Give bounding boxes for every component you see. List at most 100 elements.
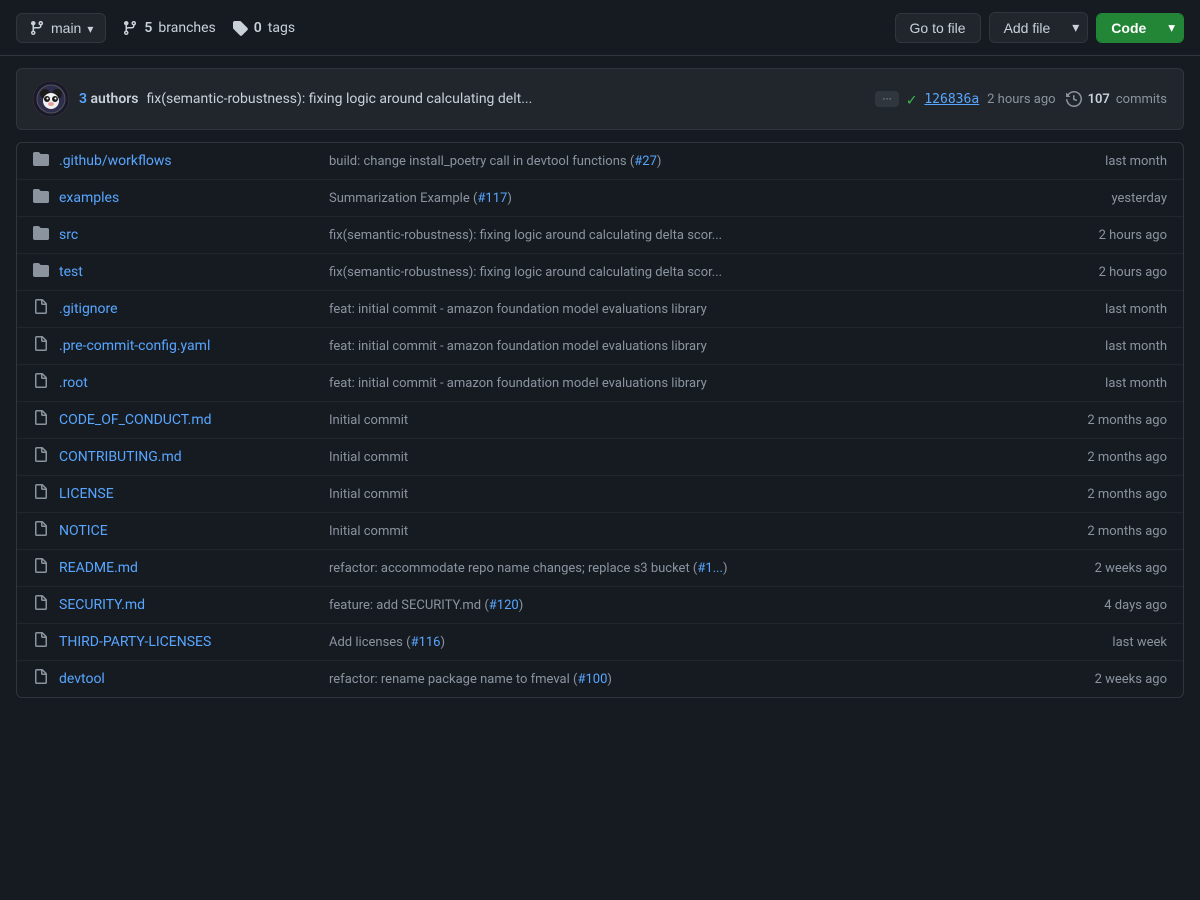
time-cell: last month [1027, 302, 1167, 317]
commit-bar: 3 authors fix(semantic-robustness): fixi… [16, 68, 1184, 130]
branch-name: main [51, 20, 81, 36]
commit-link[interactable]: #100 [577, 672, 607, 687]
commit-msg-cell: feature: add SECURITY.md (#120) [329, 598, 1011, 613]
folder-icon [33, 262, 49, 282]
time-cell: 2 weeks ago [1027, 672, 1167, 687]
commit-link[interactable]: #120 [489, 598, 519, 613]
commit-history: 107 commits [1066, 91, 1167, 107]
file-link[interactable]: src [59, 227, 78, 243]
authors-label: authors [90, 91, 138, 107]
file-name-cell: LICENSE [33, 484, 313, 504]
history-count: 107 [1088, 92, 1110, 107]
file-name-cell: .github/workflows [33, 151, 313, 171]
branch-count: 5 [144, 20, 152, 36]
add-file-dropdown-button[interactable]: ▾ [1064, 13, 1087, 42]
commit-msg-cell: refactor: rename package name to fmeval … [329, 672, 1011, 687]
file-name-cell: SECURITY.md [33, 595, 313, 615]
tags-link[interactable]: 0 tags [232, 20, 295, 36]
time-cell: last month [1027, 376, 1167, 391]
commit-msg-cell: build: change install_poetry call in dev… [329, 154, 1011, 169]
commit-msg-cell: fix(semantic-robustness): fixing logic a… [329, 228, 1011, 243]
file-link[interactable]: CONTRIBUTING.md [59, 449, 182, 465]
file-link[interactable]: .root [59, 375, 88, 391]
commit-msg-cell: Summarization Example (#117) [329, 191, 1011, 206]
file-icon [33, 484, 49, 504]
time-cell: 2 hours ago [1027, 265, 1167, 280]
commit-msg-cell: feat: initial commit - amazon foundation… [329, 339, 1011, 354]
file-link[interactable]: SECURITY.md [59, 597, 145, 613]
file-name-cell: test [33, 262, 313, 282]
time-cell: last month [1027, 154, 1167, 169]
file-icon [33, 373, 49, 393]
commit-link[interactable]: #27 [634, 154, 657, 169]
file-icon [33, 299, 49, 319]
table-row: LICENSEInitial commit2 months ago [17, 476, 1183, 513]
file-icon [33, 669, 49, 689]
commit-authors: 3 authors [79, 91, 139, 107]
file-name-cell: README.md [33, 558, 313, 578]
file-link[interactable]: .gitignore [59, 301, 118, 317]
file-name-cell: .gitignore [33, 299, 313, 319]
code-button[interactable]: Code [1097, 14, 1160, 42]
commit-message: fix(semantic-robustness): fixing logic a… [147, 91, 868, 107]
table-row: README.mdrefactor: accommodate repo name… [17, 550, 1183, 587]
file-link[interactable]: devtool [59, 671, 105, 687]
go-to-file-button[interactable]: Go to file [895, 13, 981, 43]
commit-msg-cell: fix(semantic-robustness): fixing logic a… [329, 265, 1011, 280]
code-split-button: Code ▾ [1096, 13, 1184, 43]
tag-icon [232, 20, 248, 36]
commit-hash-link[interactable]: 126836a [924, 92, 979, 107]
tag-count: 0 [254, 20, 262, 36]
toolbar-left: main 5 branches 0 tags [16, 13, 879, 43]
folder-icon [33, 188, 49, 208]
commit-link[interactable]: #117 [477, 191, 507, 206]
file-link[interactable]: CODE_OF_CONDUCT.md [59, 412, 212, 428]
commit-status-icon: ✓ [907, 90, 917, 109]
file-link[interactable]: README.md [59, 560, 138, 576]
code-dropdown-button[interactable]: ▾ [1160, 14, 1183, 42]
commit-time: 2 hours ago [987, 92, 1055, 107]
avatar-svg [33, 81, 69, 117]
file-link[interactable]: THIRD-PARTY-LICENSES [59, 634, 211, 650]
commit-info: 3 authors fix(semantic-robustness): fixi… [79, 90, 1056, 109]
file-name-cell: CODE_OF_CONDUCT.md [33, 410, 313, 430]
folder-icon [33, 225, 49, 245]
file-link[interactable]: LICENSE [59, 486, 114, 502]
file-name-cell: .root [33, 373, 313, 393]
file-link[interactable]: NOTICE [59, 523, 108, 539]
branch-icon [29, 20, 45, 36]
file-name-cell: src [33, 225, 313, 245]
file-icon [33, 521, 49, 541]
commit-msg-cell: Initial commit [329, 450, 1011, 465]
commit-link[interactable]: #116 [411, 635, 441, 650]
file-icon [33, 447, 49, 467]
table-row: .rootfeat: initial commit - amazon found… [17, 365, 1183, 402]
commit-dots-button[interactable]: ··· [875, 91, 898, 107]
file-link[interactable]: .github/workflows [59, 153, 172, 169]
add-file-split-button: Add file ▾ [989, 12, 1089, 43]
file-link[interactable]: examples [59, 190, 119, 206]
commit-msg-cell: feat: initial commit - amazon foundation… [329, 302, 1011, 317]
branches-link[interactable]: 5 branches [122, 20, 215, 36]
table-row: THIRD-PARTY-LICENSESAdd licenses (#116)l… [17, 624, 1183, 661]
file-link[interactable]: .pre-commit-config.yaml [59, 338, 210, 354]
table-row: examplesSummarization Example (#117)yest… [17, 180, 1183, 217]
history-icon [1066, 91, 1082, 107]
commit-link[interactable]: #1... [697, 561, 723, 576]
table-row: CONTRIBUTING.mdInitial commit2 months ag… [17, 439, 1183, 476]
add-file-button[interactable]: Add file [990, 13, 1065, 42]
time-cell: 2 hours ago [1027, 228, 1167, 243]
time-cell: 2 months ago [1027, 413, 1167, 428]
avatar [33, 81, 69, 117]
table-row: .github/workflows build: change install_p… [17, 143, 1183, 180]
toolbar-right: Go to file Add file ▾ Code ▾ [895, 12, 1184, 43]
branch-dropdown[interactable]: main [16, 13, 106, 43]
tags-label: tags [268, 20, 295, 36]
file-icon [33, 558, 49, 578]
file-icon [33, 595, 49, 615]
file-link[interactable]: test [59, 264, 83, 280]
table-row: CODE_OF_CONDUCT.mdInitial commit2 months… [17, 402, 1183, 439]
file-name-cell: .pre-commit-config.yaml [33, 336, 313, 356]
file-table: .github/workflows build: change install_p… [16, 142, 1184, 698]
history-label: commits [1116, 92, 1167, 107]
